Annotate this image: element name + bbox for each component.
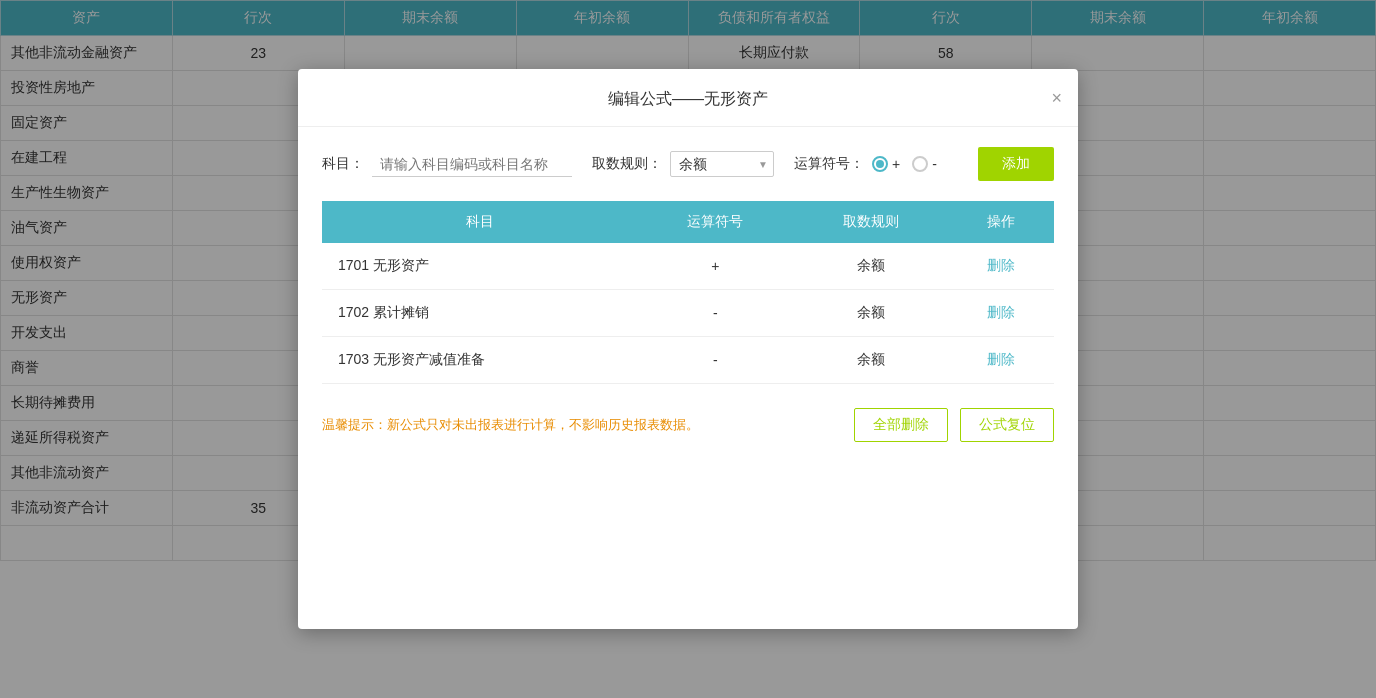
- operator-group: 运算符号： + -: [794, 155, 937, 173]
- subject-group: 科目：: [322, 152, 572, 177]
- delete-all-button[interactable]: 全部删除: [854, 408, 948, 442]
- th-subject: 科目: [322, 201, 638, 243]
- operator-label: 运算符号：: [794, 155, 864, 173]
- formula-operator: -: [638, 290, 793, 337]
- radio-minus[interactable]: -: [912, 156, 937, 172]
- formula-operator: +: [638, 243, 793, 290]
- th-action: 操作: [948, 201, 1054, 243]
- radio-group: + -: [872, 156, 937, 172]
- formula-rule: 余额: [793, 243, 948, 290]
- warning-text: 温馨提示：新公式只对未出报表进行计算，不影响历史报表数据。: [322, 416, 699, 434]
- formula-subject: 1701 无形资产: [322, 243, 638, 290]
- modal-overlay: 编辑公式——无形资产 × 科目： 取数规则： 余额 借方 贷方 借方发生额 贷方…: [0, 0, 1376, 698]
- formula-table: 科目 运算符号 取数规则 操作 1701 无形资产+余额删除1702 累计摊销-…: [322, 201, 1054, 384]
- modal-title: 编辑公式——无形资产: [608, 89, 768, 110]
- formula-operator: -: [638, 337, 793, 384]
- th-rule: 取数规则: [793, 201, 948, 243]
- subject-input[interactable]: [372, 152, 572, 177]
- formula-subject: 1703 无形资产减值准备: [322, 337, 638, 384]
- add-button[interactable]: 添加: [978, 147, 1054, 181]
- th-operator: 运算符号: [638, 201, 793, 243]
- modal-header: 编辑公式——无形资产 ×: [298, 69, 1078, 127]
- rule-select-wrapper: 余额 借方 贷方 借方发生额 贷方发生额: [670, 151, 774, 177]
- delete-row-button[interactable]: 删除: [987, 257, 1015, 275]
- radio-plus-label: +: [892, 156, 900, 172]
- modal-close-button[interactable]: ×: [1051, 89, 1062, 107]
- formula-table-row: 1703 无形资产减值准备-余额 删除: [322, 337, 1054, 384]
- delete-row-button[interactable]: 删除: [987, 304, 1015, 322]
- delete-row-button[interactable]: 删除: [987, 351, 1015, 369]
- edit-formula-modal: 编辑公式——无形资产 × 科目： 取数规则： 余额 借方 贷方 借方发生额 贷方…: [298, 69, 1078, 629]
- formula-rule: 余额: [793, 337, 948, 384]
- rule-label: 取数规则：: [592, 155, 662, 173]
- radio-plus[interactable]: +: [872, 156, 900, 172]
- rule-select[interactable]: 余额 借方 贷方 借方发生额 贷方发生额: [670, 151, 774, 177]
- formula-action: 删除: [948, 290, 1054, 337]
- subject-label: 科目：: [322, 155, 364, 173]
- radio-plus-circle: [872, 156, 888, 172]
- modal-footer: 温馨提示：新公式只对未出报表进行计算，不影响历史报表数据。 全部删除 公式复位: [298, 384, 1078, 466]
- formula-table-wrapper: 科目 运算符号 取数规则 操作 1701 无形资产+余额删除1702 累计摊销-…: [298, 201, 1078, 384]
- formula-rule: 余额: [793, 290, 948, 337]
- reset-formula-button[interactable]: 公式复位: [960, 408, 1054, 442]
- formula-action: 删除: [948, 337, 1054, 384]
- formula-subject: 1702 累计摊销: [322, 290, 638, 337]
- formula-table-row: 1701 无形资产+余额 删除: [322, 243, 1054, 290]
- formula-action: 删除: [948, 243, 1054, 290]
- table-header-row: 科目 运算符号 取数规则 操作: [322, 201, 1054, 243]
- form-row: 科目： 取数规则： 余额 借方 贷方 借方发生额 贷方发生额 运算符号：: [298, 127, 1078, 201]
- formula-table-row: 1702 累计摊销-余额 删除: [322, 290, 1054, 337]
- rule-group: 取数规则： 余额 借方 贷方 借方发生额 贷方发生额: [592, 151, 774, 177]
- radio-minus-label: -: [932, 156, 937, 172]
- radio-minus-circle: [912, 156, 928, 172]
- footer-buttons: 全部删除 公式复位: [854, 408, 1054, 442]
